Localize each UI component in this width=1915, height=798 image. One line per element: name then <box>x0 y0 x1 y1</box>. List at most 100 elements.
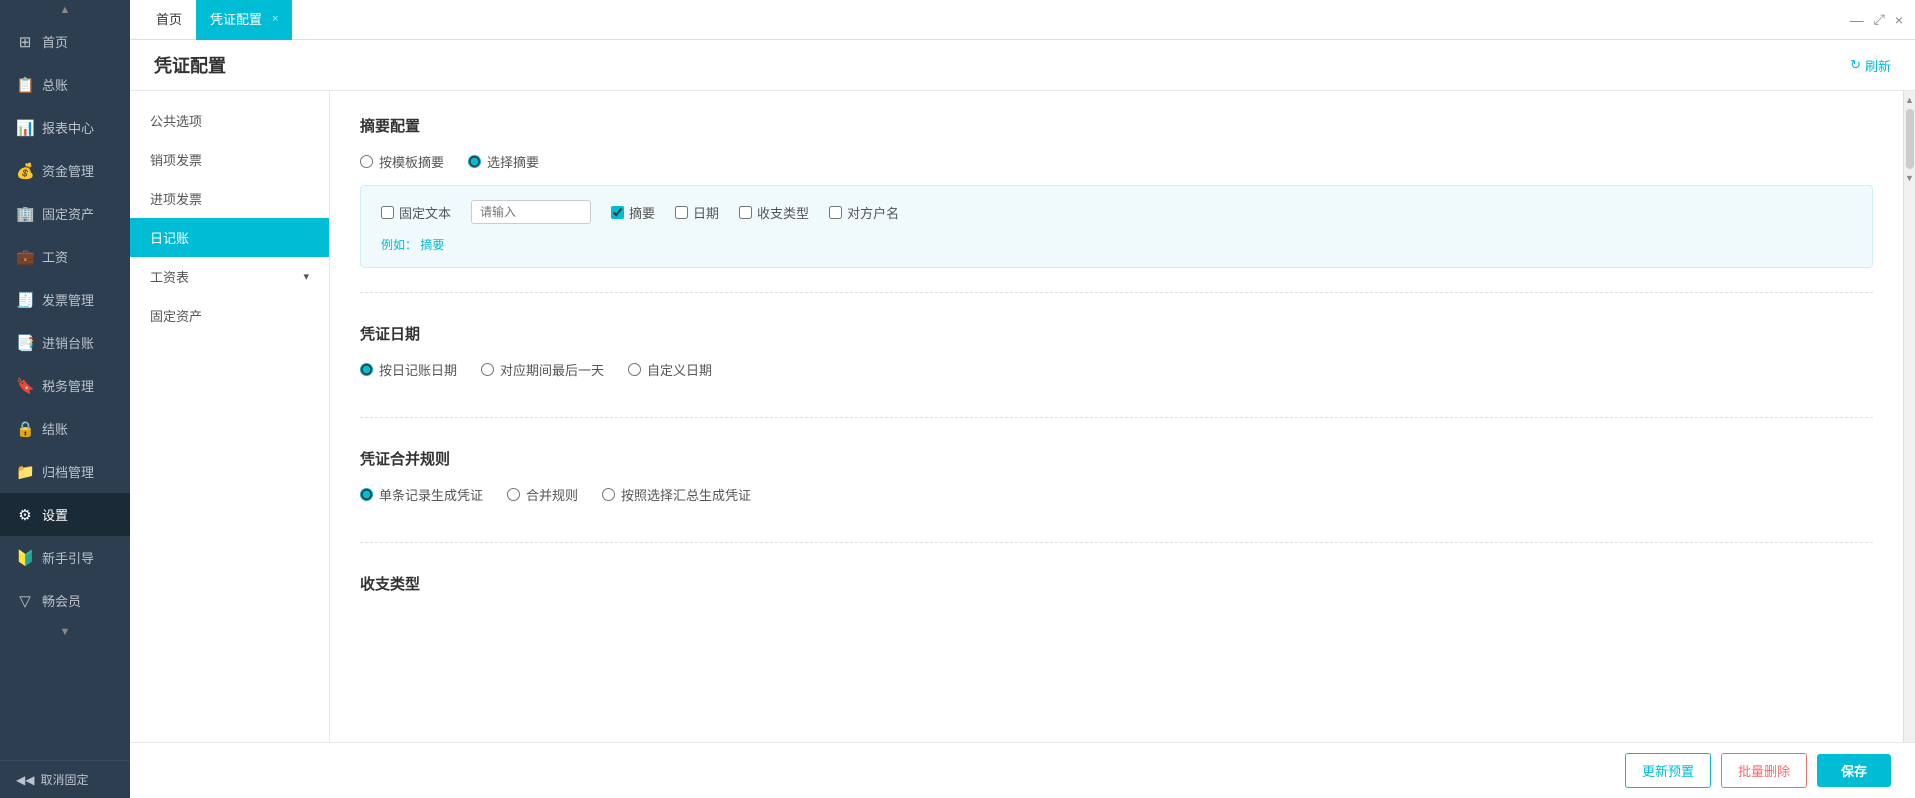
left-nav-journal[interactable]: 日记账 <box>130 218 329 257</box>
sidebar-item-tax[interactable]: 🔖 税务管理 <box>0 364 130 407</box>
sidebar-item-ledger[interactable]: 📋 总账 <box>0 63 130 106</box>
right-scrollbar: ▲ ▼ <box>1903 91 1915 742</box>
tab-home[interactable]: 首页 <box>142 0 196 40</box>
radio-template-summary[interactable]: 按模板摘要 <box>360 152 444 171</box>
refresh-button[interactable]: ↻ 刷新 <box>1850 56 1891 75</box>
update-preview-button[interactable]: 更新预置 <box>1625 753 1711 788</box>
radio-select-merge-input[interactable] <box>602 488 615 501</box>
sidebar-item-guide[interactable]: 🔰 新手引导 <box>0 536 130 579</box>
sidebar-scroll-up[interactable]: ▲ <box>0 0 130 20</box>
tab-close-icon[interactable]: × <box>272 13 278 25</box>
tab-voucher-config[interactable]: 凭证配置 × <box>196 0 292 40</box>
date-section: 凭证日期 按日记账日期 对应期间最后一天 自定义日期 <box>360 323 1873 418</box>
left-nav-sales[interactable]: 销项发票 <box>130 140 329 179</box>
date-checkbox[interactable] <box>675 206 688 219</box>
income-type-checkbox[interactable] <box>739 206 752 219</box>
window-close-button[interactable]: × <box>1895 12 1903 28</box>
sidebar-unpin-button[interactable]: ◀◀ 取消固定 <box>0 760 130 798</box>
sidebar-item-label: 资金管理 <box>42 161 94 180</box>
merge-section: 凭证合并规则 单条记录生成凭证 合并规则 按照选择汇总生成凭证 <box>360 448 1873 543</box>
example-row: 例如： 摘要 <box>381 236 1852 253</box>
left-nav-label: 日记账 <box>150 228 189 247</box>
checkbox-date[interactable]: 日期 <box>675 203 719 222</box>
radio-select-summary[interactable]: 选择摘要 <box>468 152 539 171</box>
fixed-text-checkbox[interactable] <box>381 206 394 219</box>
radio-select-merge[interactable]: 按照选择汇总生成凭证 <box>602 485 751 504</box>
sidebar-item-home[interactable]: ⊞ 首页 <box>0 20 130 63</box>
sidebar-item-assets[interactable]: 🏢 固定资产 <box>0 192 130 235</box>
sidebar-item-salary[interactable]: 💼 工资 <box>0 235 130 278</box>
summary-checkbox[interactable] <box>611 206 624 219</box>
counterpart-label: 对方户名 <box>847 203 899 222</box>
member-icon: ▽ <box>16 592 34 610</box>
radio-custom-date[interactable]: 自定义日期 <box>628 360 712 379</box>
guide-icon: 🔰 <box>16 549 34 567</box>
sidebar-item-settings[interactable]: ⚙ 设置 <box>0 493 130 536</box>
radio-journal-date[interactable]: 按日记账日期 <box>360 360 457 379</box>
checkbox-income-type[interactable]: 收支类型 <box>739 203 809 222</box>
summary-label: 摘要 <box>629 203 655 222</box>
checkbox-summary[interactable]: 摘要 <box>611 203 655 222</box>
scrollbar-up-arrow[interactable]: ▲ <box>1903 93 1915 107</box>
radio-last-day[interactable]: 对应期间最后一天 <box>481 360 604 379</box>
batch-delete-button[interactable]: 批量删除 <box>1721 753 1807 788</box>
maximize-button[interactable]: ⤢ <box>1874 11 1885 28</box>
sidebar-item-funds[interactable]: 💰 资金管理 <box>0 149 130 192</box>
radio-custom-date-input[interactable] <box>628 363 641 376</box>
summary-title: 摘要配置 <box>360 115 1873 136</box>
radio-journal-date-label: 按日记账日期 <box>379 360 457 379</box>
example-value: 摘要 <box>420 238 444 252</box>
radio-template-input[interactable] <box>360 155 373 168</box>
scrollbar-down-arrow[interactable]: ▼ <box>1903 171 1915 185</box>
sidebar-item-label: 固定资产 <box>42 204 94 223</box>
radio-journal-date-input[interactable] <box>360 363 373 376</box>
home-icon: ⊞ <box>16 33 34 51</box>
sidebar-item-invoice[interactable]: 🧾 发票管理 <box>0 278 130 321</box>
summary-config-box: 固定文本 摘要 日期 收支类型 <box>360 185 1873 268</box>
date-title: 凭证日期 <box>360 323 1873 344</box>
sidebar-item-label: 发票管理 <box>42 290 94 309</box>
radio-single-input[interactable] <box>360 488 373 501</box>
page-title: 凭证配置 <box>154 52 226 78</box>
tab-bar-controls: — ⤢ × <box>1850 11 1903 28</box>
sidebar-item-archive[interactable]: 📁 归档管理 <box>0 450 130 493</box>
sidebar-item-reconcile[interactable]: 📑 进销台账 <box>0 321 130 364</box>
left-nav-fixed-assets[interactable]: 固定资产 <box>130 296 329 335</box>
radio-last-day-input[interactable] <box>481 363 494 376</box>
sidebar-scroll-down[interactable]: ▼ <box>0 622 130 642</box>
counterpart-checkbox[interactable] <box>829 206 842 219</box>
fixed-text-input[interactable] <box>471 200 591 224</box>
left-nav-public[interactable]: 公共选项 <box>130 101 329 140</box>
radio-last-day-label: 对应期间最后一天 <box>500 360 604 379</box>
page-header: 凭证配置 ↻ 刷新 <box>130 40 1915 91</box>
close-account-icon: 🔒 <box>16 420 34 438</box>
archive-icon: 📁 <box>16 463 34 481</box>
sidebar-item-close[interactable]: 🔒 结账 <box>0 407 130 450</box>
tab-active-label: 凭证配置 <box>210 9 262 28</box>
ledger-icon: 📋 <box>16 76 34 94</box>
checkbox-fixed-text[interactable]: 固定文本 <box>381 203 451 222</box>
date-radio-group: 按日记账日期 对应期间最后一天 自定义日期 <box>360 360 1873 379</box>
radio-merge-input[interactable] <box>507 488 520 501</box>
radio-single-record[interactable]: 单条记录生成凭证 <box>360 485 483 504</box>
sidebar-item-label: 结账 <box>42 419 68 438</box>
sidebar-bottom-label: 取消固定 <box>40 771 88 788</box>
date-label: 日期 <box>693 203 719 222</box>
save-button[interactable]: 保存 <box>1817 754 1891 787</box>
income-type-label: 收支类型 <box>757 203 809 222</box>
left-nav-purchase[interactable]: 进项发票 <box>130 179 329 218</box>
radio-select-input[interactable] <box>468 155 481 168</box>
radio-merge-rule[interactable]: 合并规则 <box>507 485 578 504</box>
left-nav-label: 进项发票 <box>150 189 202 208</box>
main-area: 首页 凭证配置 × — ⤢ × 凭证配置 ↻ 刷新 公共选项 销项发票 <box>130 0 1915 798</box>
checkbox-counterpart[interactable]: 对方户名 <box>829 203 899 222</box>
checkbox-row: 固定文本 摘要 日期 收支类型 <box>381 200 1852 224</box>
sidebar-item-label: 畅会员 <box>42 591 81 610</box>
sidebar-item-member[interactable]: ▽ 畅会员 <box>0 579 130 622</box>
sidebar-item-label: 工资 <box>42 247 68 266</box>
tab-home-label: 首页 <box>156 9 182 28</box>
minimize-button[interactable]: — <box>1850 12 1864 28</box>
scrollbar-thumb[interactable] <box>1906 109 1914 169</box>
left-nav-payroll[interactable]: 工资表 ▾ <box>130 257 329 296</box>
sidebar-item-report[interactable]: 📊 报表中心 <box>0 106 130 149</box>
